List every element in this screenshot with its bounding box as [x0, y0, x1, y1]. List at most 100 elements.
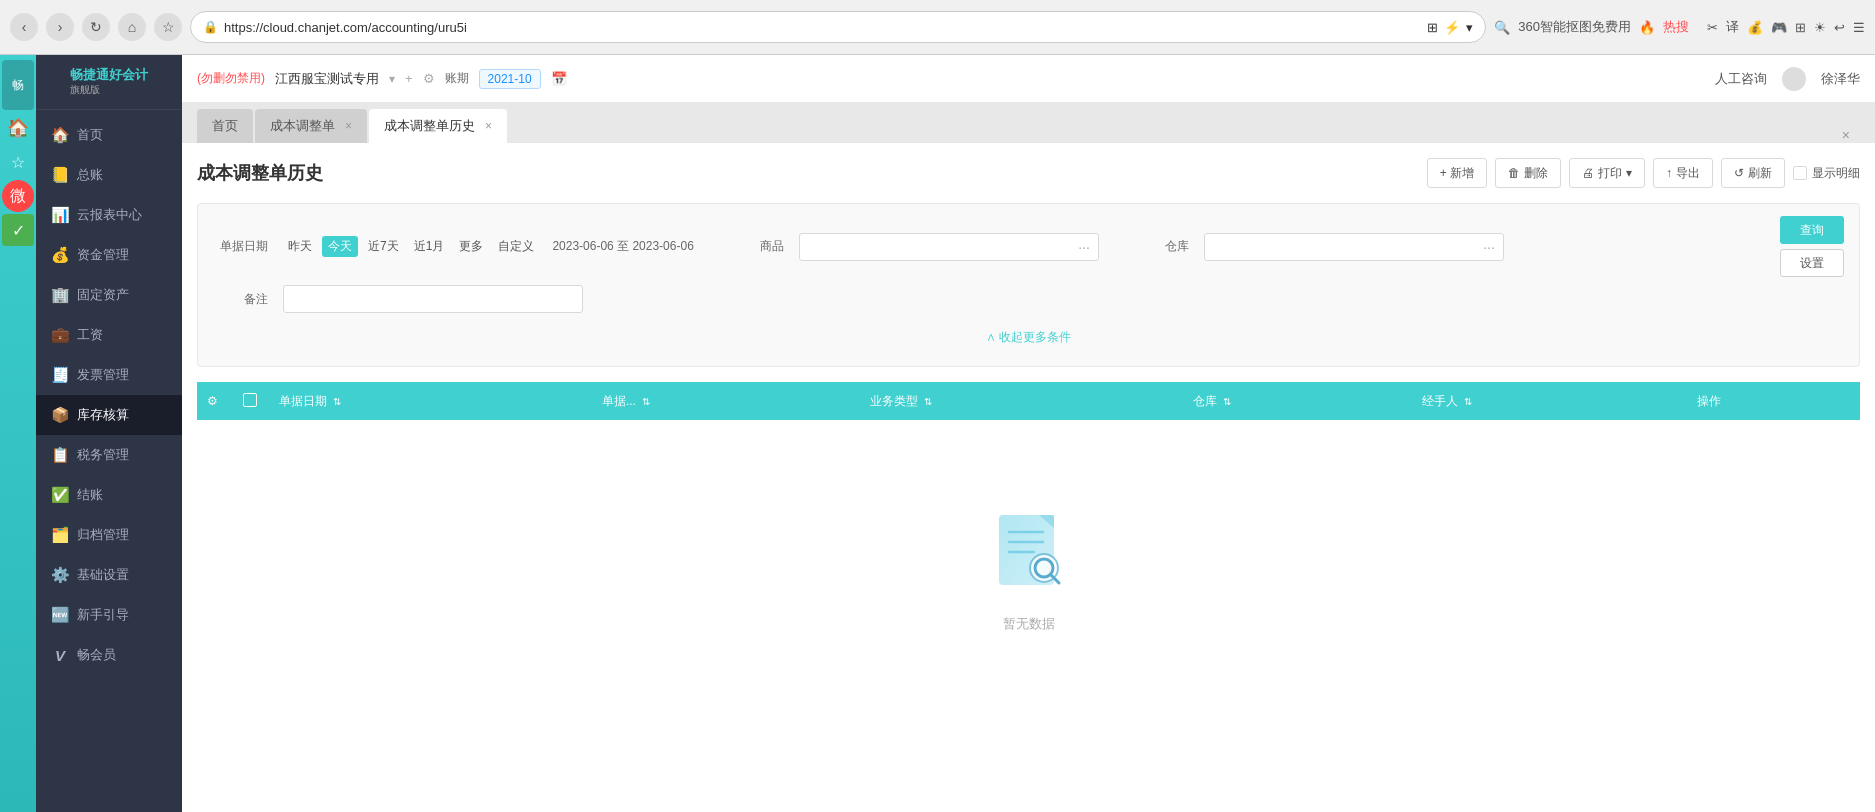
query-button[interactable]: 查询 [1780, 216, 1844, 244]
th-biz-type[interactable]: 业务类型 ⇅ [860, 382, 1183, 420]
icon-sidebar: 畅 🏠 ☆ 微 ✓ [0, 55, 36, 812]
dropdown-arrow[interactable]: ▾ [389, 72, 395, 86]
goods-dots: ··· [1078, 239, 1090, 255]
content-area: (勿删勿禁用) 江西服宝测试专用 ▾ + ⚙ 账期 2021-10 📅 人工咨询… [182, 55, 1875, 812]
sidebar-item-fund[interactable]: 💰 资金管理 [36, 235, 182, 275]
vip-icon: V [51, 647, 69, 664]
logo-text: 畅捷通好会计 [70, 67, 148, 84]
filter-settings-button[interactable]: 设置 [1780, 249, 1844, 277]
user-service[interactable]: 人工咨询 [1715, 70, 1767, 88]
sidebar-item-vip[interactable]: V 畅会员 [36, 635, 182, 675]
sidebar-label-salary: 工资 [77, 326, 103, 344]
date-shortcut-today[interactable]: 今天 [322, 236, 358, 257]
th-warehouse[interactable]: 仓库 ⇅ [1183, 382, 1412, 420]
refresh-button[interactable]: ↺ 刷新 [1721, 158, 1785, 188]
sidebar-item-tax[interactable]: 📋 税务管理 [36, 435, 182, 475]
sidebar-label-invoice: 发票管理 [77, 366, 129, 384]
tab-cost-adjust[interactable]: 成本调整单 × [255, 109, 367, 143]
show-detail-checkbox[interactable] [1793, 166, 1807, 180]
sidebar-label-settings: 基础设置 [77, 566, 129, 584]
archive-icon: 🗂️ [51, 526, 69, 544]
sidebar-item-salary[interactable]: 💼 工资 [36, 315, 182, 355]
browser-chrome: ‹ › ↻ ⌂ ☆ 🔒 https://cloud.chanjet.com/ac… [0, 0, 1875, 55]
remark-filter-label: 备注 [213, 291, 268, 308]
search-icon: 🔍 [1494, 20, 1510, 35]
sidebar-item-invoice[interactable]: 🧾 发票管理 [36, 355, 182, 395]
goods-selector[interactable]: ··· [799, 233, 1099, 261]
logo-icon: 畅 [12, 77, 24, 94]
refresh-button[interactable]: ↻ [82, 13, 110, 41]
sidebar-item-ledger[interactable]: 📒 总账 [36, 155, 182, 195]
add-icon[interactable]: + [405, 71, 413, 86]
warehouse-filter-label: 仓库 [1134, 238, 1189, 255]
icon-sidebar-green[interactable]: ✓ [2, 214, 34, 246]
header-checkbox[interactable] [243, 393, 257, 407]
page-content: 成本调整单历史 + 新增 🗑 删除 🖨 打印 ▾ ↑ 导出 [182, 143, 1875, 812]
settings-gear[interactable]: ⚙ [423, 71, 435, 86]
sidebar-item-reports[interactable]: 📊 云报表中心 [36, 195, 182, 235]
show-detail-toggle[interactable]: 显示明细 [1793, 165, 1860, 182]
back-button[interactable]: ‹ [10, 13, 38, 41]
company-warning: (勿删勿禁用) [197, 70, 265, 87]
warehouse-dots: ··· [1483, 239, 1495, 255]
new-button[interactable]: + 新增 [1427, 158, 1487, 188]
period-value[interactable]: 2021-10 [479, 69, 541, 89]
th-operator[interactable]: 经手人 ⇅ [1412, 382, 1688, 420]
sidebar-item-settings[interactable]: ⚙️ 基础设置 [36, 555, 182, 595]
collapse-arrow-icon: ∧ [986, 330, 996, 344]
sidebar-item-home[interactable]: 🏠 首页 [36, 115, 182, 155]
grid-icon: ⊞ [1427, 20, 1438, 35]
sidebar-item-guide[interactable]: 🆕 新手引导 [36, 595, 182, 635]
icon-sidebar-logo[interactable]: 畅 [2, 60, 34, 110]
icon-sidebar-star[interactable]: ☆ [2, 146, 34, 178]
th-date[interactable]: 单据日期 ⇅ [269, 382, 592, 420]
show-detail-label: 显示明细 [1812, 165, 1860, 182]
tab-home[interactable]: 首页 [197, 109, 253, 143]
export-button[interactable]: ↑ 导出 [1653, 158, 1713, 188]
th-gear[interactable]: ⚙ [197, 382, 233, 420]
date-shortcut-custom[interactable]: 自定义 [493, 236, 539, 257]
forward-button[interactable]: › [46, 13, 74, 41]
calendar-icon[interactable]: 📅 [551, 71, 567, 86]
collapse-more-btn[interactable]: ∧ 收起更多条件 [213, 321, 1844, 354]
url-bar[interactable]: 🔒 https://cloud.chanjet.com/accounting/u… [190, 11, 1486, 43]
tax-icon: 📋 [51, 446, 69, 464]
sidebar-item-archive[interactable]: 🗂️ 归档管理 [36, 515, 182, 555]
th-checkbox[interactable] [233, 382, 269, 420]
date-shortcut-week7[interactable]: 近7天 [363, 236, 404, 257]
gamepad-icon: 🎮 [1771, 20, 1787, 35]
icon-sidebar-home[interactable]: 🏠 [2, 112, 34, 144]
ssl-lock-icon: 🔒 [203, 20, 218, 34]
date-shortcut-month1[interactable]: 近1月 [409, 236, 450, 257]
delete-icon: 🗑 [1508, 166, 1520, 180]
icon-sidebar-weibo[interactable]: 微 [2, 180, 34, 212]
tab-cost-adjust-close[interactable]: × [345, 119, 352, 133]
settle-icon: ✅ [51, 486, 69, 504]
page-title: 成本调整单历史 [197, 161, 323, 185]
date-shortcuts: 昨天 今天 近7天 近1月 更多 自定义 2023-06-06 至 2023-0… [283, 236, 694, 257]
fund-icon: 💰 [51, 246, 69, 264]
menu-icon: ☰ [1853, 20, 1865, 35]
date-shortcut-yesterday[interactable]: 昨天 [283, 236, 317, 257]
print-button[interactable]: 🖨 打印 ▾ [1569, 158, 1645, 188]
date-shortcut-more[interactable]: 更多 [454, 236, 488, 257]
home-button[interactable]: ⌂ [118, 13, 146, 41]
delete-button[interactable]: 🗑 删除 [1495, 158, 1561, 188]
sidebar-item-settle[interactable]: ✅ 结账 [36, 475, 182, 515]
company-name: 江西服宝测试专用 [275, 70, 379, 88]
close-all-icon[interactable]: × [1832, 127, 1860, 143]
th-actions: 操作 [1687, 382, 1860, 420]
refresh-icon: ↺ [1734, 166, 1744, 180]
goods-filter-label: 商品 [729, 238, 784, 255]
sidebar-item-inventory[interactable]: 📦 库存核算 [36, 395, 182, 435]
th-number[interactable]: 单据... ⇅ [592, 382, 860, 420]
sidebar-item-assets[interactable]: 🏢 固定资产 [36, 275, 182, 315]
sidebar-nav: 🏠 首页 📒 总账 📊 云报表中心 💰 资金管理 🏢 固定资产 💼 工资 [36, 110, 182, 812]
tab-cost-adjust-history[interactable]: 成本调整单历史 × [369, 109, 507, 143]
user-name[interactable]: 徐泽华 [1821, 70, 1860, 88]
empty-state: 暂无数据 [197, 420, 1860, 713]
bookmark-button[interactable]: ☆ [154, 13, 182, 41]
remark-input[interactable] [283, 285, 583, 313]
tab-cost-adjust-history-close[interactable]: × [485, 119, 492, 133]
warehouse-selector[interactable]: ··· [1204, 233, 1504, 261]
